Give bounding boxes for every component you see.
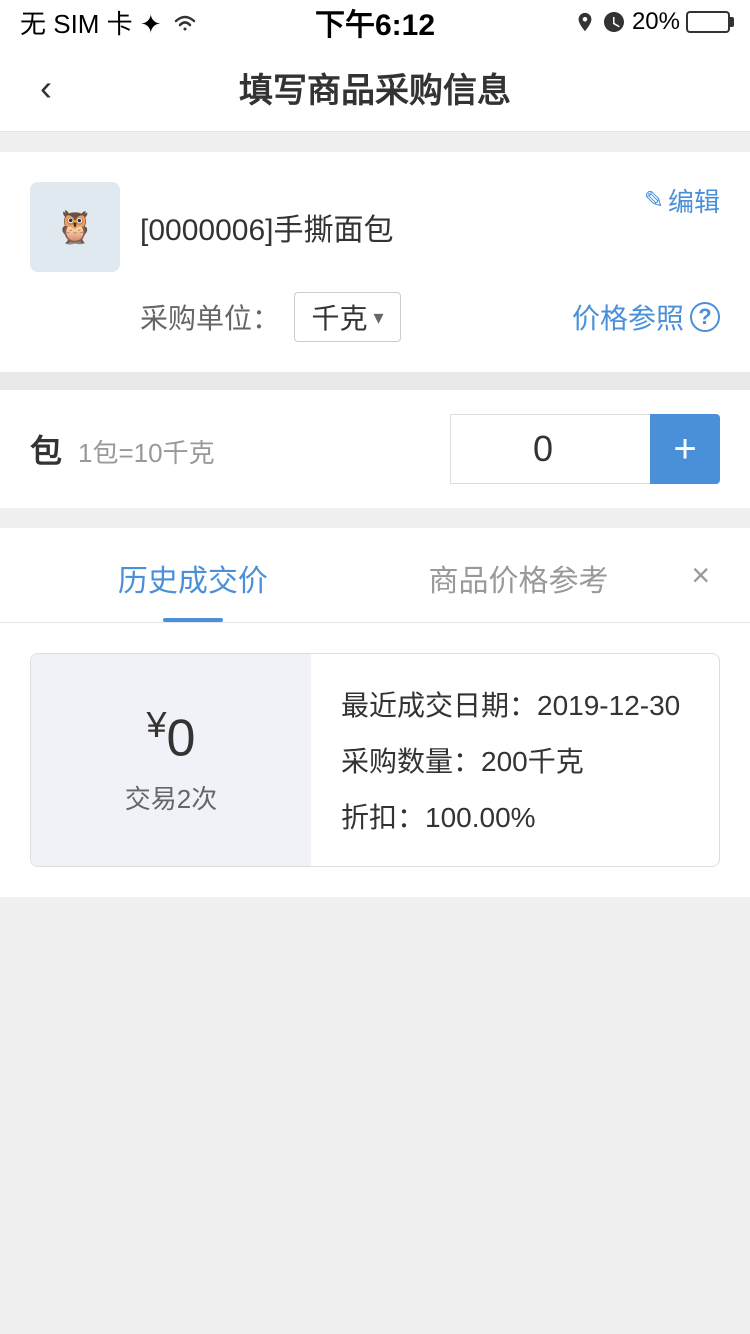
battery-percent: 20% (632, 8, 680, 36)
main-content: ¥0 交易2次 最近成交日期：2019-12-30 采购数量：200千克 折扣：… (0, 623, 750, 897)
tab-history-price-label: 历史成交价 (118, 565, 268, 598)
back-button[interactable]: ‹ (30, 57, 62, 119)
price-ref-label: 价格参照 (572, 297, 684, 337)
history-price-value: ¥0 (147, 704, 196, 768)
product-header: 🦉 [0000006]手撕面包 ✎ 编辑 (30, 182, 720, 272)
status-time: 下午6:12 (315, 0, 435, 44)
page-title: 填写商品采购信息 (239, 63, 511, 112)
unit-section: 采购单位： 千克 ▾ (140, 292, 401, 342)
recent-date-label: 最近成交日期： (341, 690, 537, 721)
currency-symbol: ¥ (147, 704, 167, 745)
price-number: 0 (167, 710, 196, 768)
purchase-qty-row: 采购数量：200千克 (341, 740, 689, 780)
history-section: ¥0 交易2次 最近成交日期：2019-12-30 采购数量：200千克 折扣：… (0, 623, 750, 897)
transaction-count: 交易2次 (125, 779, 217, 816)
unit-dropdown-arrow: ▾ (373, 305, 383, 330)
product-thumbnail: 🦉 (30, 182, 120, 272)
price-reference-button[interactable]: 价格参照 ? (572, 297, 720, 337)
tab-history-price[interactable]: 历史成交价 (30, 528, 356, 622)
product-unit-row: 采购单位： 千克 ▾ 价格参照 ? (30, 292, 720, 342)
tab-close-button[interactable]: × (681, 547, 720, 604)
alarm-icon (602, 10, 626, 34)
nav-bar: ‹ 填写商品采购信息 (0, 44, 750, 132)
status-bar: 无 SIM 卡 ✦ 下午6:12 20% (0, 0, 750, 44)
tab-product-price-ref-label: 商品价格参考 (428, 565, 608, 598)
help-icon: ? (690, 302, 720, 332)
status-right: 20% (574, 8, 730, 36)
product-thumb-icon: 🦉 (55, 208, 95, 246)
sim-status: 无 SIM 卡 ✦ (20, 4, 162, 41)
unit-select[interactable]: 千克 ▾ (294, 292, 400, 342)
quantity-unit: 包 (30, 426, 62, 472)
quantity-input-group: + (450, 414, 720, 484)
wifi-icon (170, 11, 200, 33)
recent-date-row: 最近成交日期：2019-12-30 (341, 684, 689, 724)
edit-icon: ✎ (644, 186, 664, 215)
quantity-input[interactable] (450, 414, 650, 484)
unit-label: 采购单位： (140, 303, 280, 334)
recent-date-value: 2019-12-30 (537, 690, 680, 721)
divider (0, 372, 750, 390)
purchase-qty-label: 采购数量： (341, 746, 481, 777)
history-card: ¥0 交易2次 最近成交日期：2019-12-30 采购数量：200千克 折扣：… (30, 653, 720, 867)
history-price-summary: ¥0 交易2次 (31, 654, 311, 866)
tab-product-price-ref[interactable]: 商品价格参考 (356, 528, 682, 622)
quantity-label-group: 包 1包=10千克 (30, 426, 215, 472)
history-details: 最近成交日期：2019-12-30 采购数量：200千克 折扣：100.00% (311, 654, 719, 866)
quantity-plus-button[interactable]: + (650, 414, 720, 484)
quantity-row: 包 1包=10千克 + (0, 390, 750, 508)
tabs-bar: 历史成交价 商品价格参考 × (0, 528, 750, 623)
edit-button[interactable]: ✎ 编辑 (644, 182, 720, 219)
discount-value: 100.00% (425, 802, 536, 833)
edit-label: 编辑 (668, 182, 720, 219)
product-name: [0000006]手撕面包 (140, 205, 393, 249)
discount-label: 折扣： (341, 802, 425, 833)
battery-icon (686, 11, 730, 33)
unit-value: 千克 (311, 297, 367, 337)
discount-row: 折扣：100.00% (341, 796, 689, 836)
purchase-qty-value: 200千克 (481, 746, 584, 777)
location-icon (574, 11, 596, 33)
product-left: 🦉 [0000006]手撕面包 (30, 182, 393, 272)
status-left: 无 SIM 卡 ✦ (20, 4, 200, 41)
quantity-convert-label: 1包=10千克 (78, 433, 215, 470)
product-card: 🦉 [0000006]手撕面包 ✎ 编辑 采购单位： 千克 ▾ 价格参照 ? (0, 152, 750, 372)
